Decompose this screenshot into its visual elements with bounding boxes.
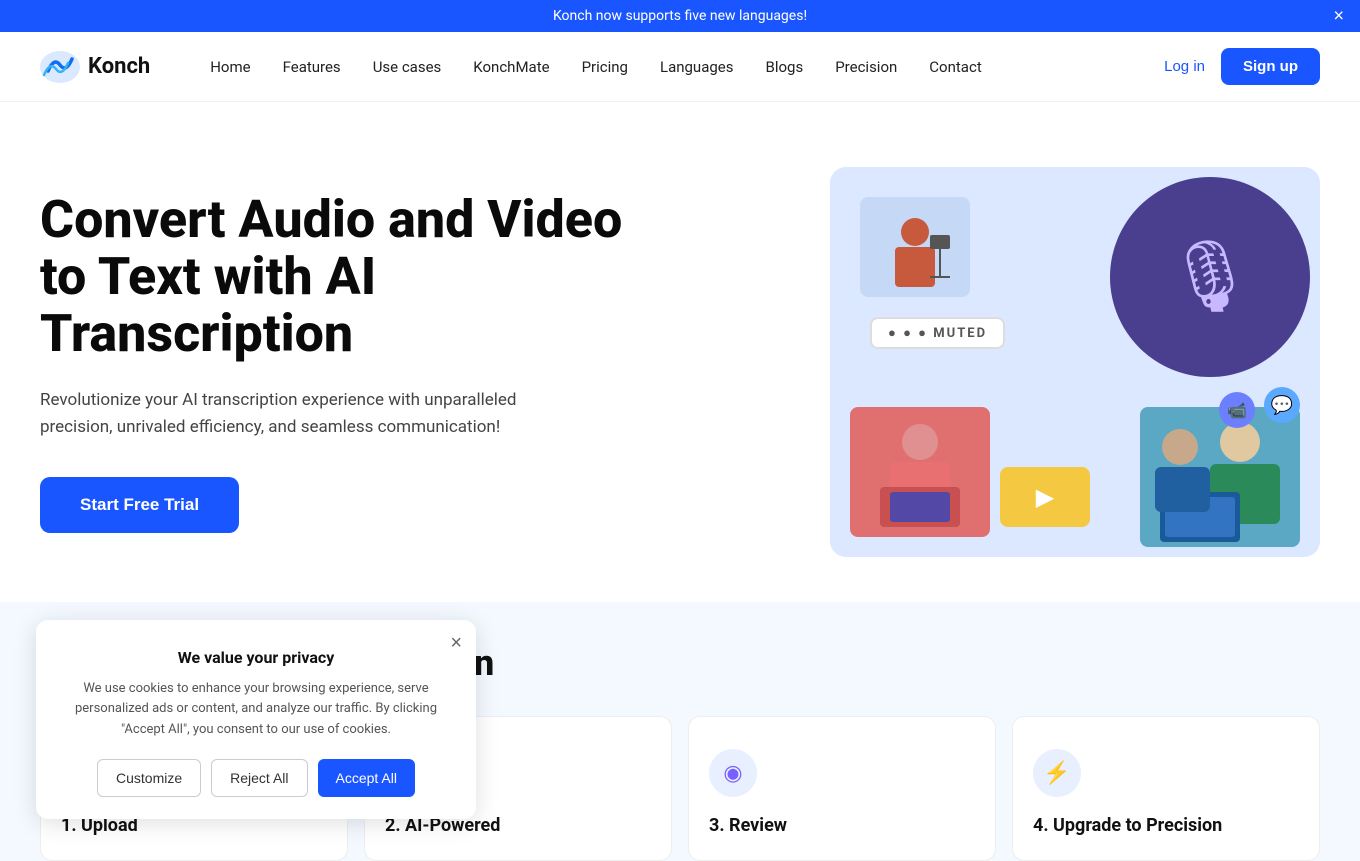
microphone-icon: 🎙 — [1166, 236, 1255, 318]
cookie-customize-button[interactable]: Customize — [97, 759, 201, 797]
nav-home[interactable]: Home — [210, 58, 250, 76]
person2-illustration — [1140, 407, 1300, 547]
cookie-text: We use cookies to enhance your browsing … — [64, 679, 448, 741]
cookie-reject-button[interactable]: Reject All — [211, 759, 307, 797]
nav-use-cases[interactable]: Use cases — [373, 58, 442, 76]
start-trial-button[interactable]: Start Free Trial — [40, 477, 239, 533]
cookie-close-button[interactable]: × — [450, 632, 462, 655]
cookie-banner: × We value your privacy We use cookies t… — [36, 620, 476, 819]
nav-pricing[interactable]: Pricing — [582, 58, 628, 76]
nav-features[interactable]: Features — [283, 58, 341, 76]
feature-card-review: ◉ 3. Review — [688, 716, 996, 861]
cookie-title: We value your privacy — [64, 648, 448, 667]
chat-icon: 💬 — [1264, 387, 1300, 423]
top-banner: Konch now supports five new languages! × — [0, 0, 1360, 32]
nav-actions: Log in Sign up — [1164, 48, 1320, 85]
hero-illustration: 🎙 ● ● ● MUTED — [830, 167, 1320, 557]
logo-text: Konch — [88, 54, 150, 79]
navbar: Konch Home Features Use cases KonchMate … — [0, 32, 1360, 102]
nav-contact[interactable]: Contact — [929, 58, 981, 76]
nav-languages[interactable]: Languages — [660, 58, 734, 76]
review-icon: ◉ — [709, 749, 757, 797]
feature-label-review: 3. Review — [709, 815, 975, 836]
cookie-buttons: Customize Reject All Accept All — [64, 759, 448, 797]
camera-person-illustration — [860, 197, 970, 297]
signup-button[interactable]: Sign up — [1221, 48, 1320, 85]
video-player-illustration: ▶ — [1000, 467, 1090, 527]
cookie-accept-button[interactable]: Accept All — [318, 759, 415, 797]
mute-badge: ● ● ● MUTED — [870, 317, 1005, 349]
nav-precision[interactable]: Precision — [835, 58, 897, 76]
banner-text: Konch now supports five new languages! — [553, 8, 807, 24]
hero-section: Convert Audio and Video to Text with AI … — [0, 102, 1360, 602]
hero-title: Convert Audio and Video to Text with AI … — [40, 191, 660, 363]
logo-link[interactable]: Konch — [40, 51, 150, 83]
video-call-icon: 📹 — [1219, 392, 1255, 428]
feature-card-precision: ⚡ 4. Upgrade to Precision — [1012, 716, 1320, 861]
hero-subtitle: Revolutionize your AI transcription expe… — [40, 387, 560, 441]
feature-label-precision: 4. Upgrade to Precision — [1033, 815, 1299, 836]
person-laptop-illustration — [850, 407, 990, 537]
banner-close-button[interactable]: × — [1333, 6, 1344, 27]
nav-blogs[interactable]: Blogs — [765, 58, 803, 76]
hero-illustration-container: 🎙 ● ● ● MUTED — [700, 167, 1320, 557]
logo-icon — [40, 51, 80, 83]
precision-icon: ⚡ — [1033, 749, 1081, 797]
login-button[interactable]: Log in — [1164, 58, 1205, 75]
mic-circle: 🎙 — [1110, 177, 1310, 377]
hero-content: Convert Audio and Video to Text with AI … — [40, 191, 660, 533]
play-icon: ▶ — [1036, 483, 1054, 511]
nav-konchmate[interactable]: KonchMate — [473, 58, 549, 76]
nav-links: Home Features Use cases KonchMate Pricin… — [210, 58, 1164, 76]
